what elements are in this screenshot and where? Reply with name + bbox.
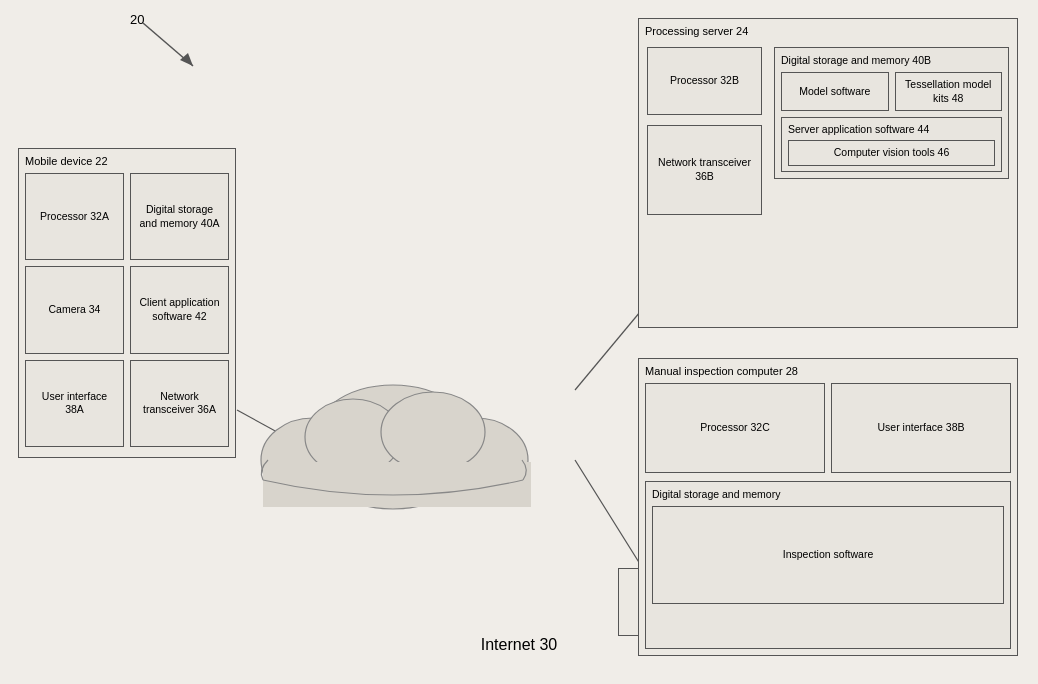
server-app-container: Server application software 44 Computer … [781,117,1002,172]
inspection-software-box: Inspection software [652,506,1004,604]
client-app-42-box: Client application software 42 [130,266,229,353]
server-app-title: Server application software 44 [788,123,995,135]
processor-32a-box: Processor 32A [25,173,124,260]
digital-storage-40a-box: Digital storage and memory 40A [130,173,229,260]
ps-right-inner: Model software Tessellation model kits 4… [781,72,1002,111]
svg-rect-9 [263,462,531,507]
mic-digital-storage-title: Digital storage and memory [652,488,1004,500]
svg-point-4 [308,385,478,509]
user-interface-38b-box: User interface 38B [831,383,1011,473]
processor-32b-box: Processor 32B [647,47,762,115]
mobile-device-title: Mobile device 22 [25,155,229,167]
camera-34-box: Camera 34 [25,266,124,353]
processing-server-box: Processing server 24 Processor 32B Netwo… [638,18,1018,328]
svg-point-5 [261,418,365,502]
model-software-box: Model software [781,72,889,111]
svg-point-8 [381,392,485,472]
svg-point-7 [305,399,401,475]
internet-label: Internet 30 [481,636,558,654]
processing-server-title: Processing server 24 [645,25,1011,37]
mic-digital-storage-container: Digital storage and memory Inspection so… [645,481,1011,649]
svg-point-6 [424,418,528,502]
mobile-device-box: Mobile device 22 Processor 32A Digital s… [18,148,236,458]
inspection-computer-title: Manual inspection computer 28 [645,365,1011,377]
svg-line-0 [237,410,310,450]
ps-digital-storage-title: Digital storage and memory 40B [781,54,1002,66]
ps-digital-storage-container: Digital storage and memory 40B Model sof… [774,47,1009,179]
svg-marker-11 [180,53,193,66]
inspection-computer-box: Manual inspection computer 28 Processor … [638,358,1018,656]
network-transceiver-36a-box: Network transceiver 36A [130,360,229,447]
processor-32c-box: Processor 32C [645,383,825,473]
network-transceiver-36b-box: Network transceiver 36B [647,125,762,215]
tessellation-box: Tessellation model kits 48 [895,72,1003,111]
ps-left-column: Processor 32B Network transceiver 36B [647,47,762,215]
mobile-device-grid: Processor 32A Digital storage and memory… [25,173,229,447]
computer-vision-box: Computer vision tools 46 [788,140,995,166]
user-interface-38a-box: User interface 38A [25,360,124,447]
mic-top-row: Processor 32C User interface 38B [645,383,1011,473]
